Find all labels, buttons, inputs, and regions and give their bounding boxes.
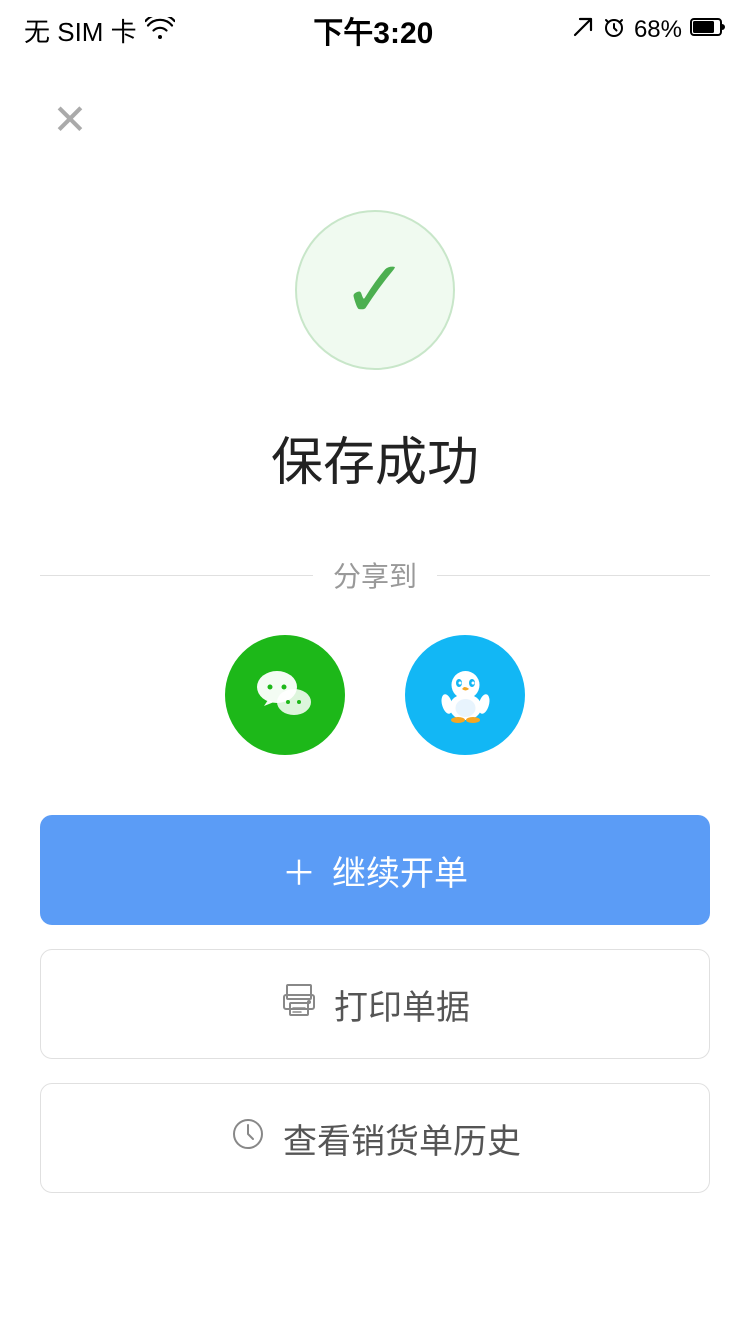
print-label: 打印单据 (334, 980, 470, 1029)
qq-share-button[interactable] (405, 635, 525, 755)
share-icons (225, 635, 525, 755)
history-icon (229, 1115, 267, 1162)
sim-status: 无 SIM 卡 (24, 12, 137, 49)
wechat-icon (250, 660, 320, 730)
history-label: 查看销货单历史 (283, 1114, 521, 1163)
continue-button[interactable]: ＋ 继续开单 (40, 815, 710, 925)
wechat-share-button[interactable] (225, 635, 345, 755)
main-content: ✕ ✓ 保存成功 分享到 (0, 60, 750, 1334)
share-divider-row: 分享到 (40, 555, 710, 595)
status-right: 68% (572, 15, 726, 46)
divider-right (437, 575, 710, 576)
divider-left (40, 575, 313, 576)
share-section: 分享到 (40, 555, 710, 755)
qq-icon (433, 663, 498, 728)
success-circle: ✓ (295, 210, 455, 370)
history-button[interactable]: 查看销货单历史 (40, 1083, 710, 1193)
print-icon (280, 981, 318, 1028)
close-button[interactable]: ✕ (40, 90, 100, 150)
plus-icon: ＋ (282, 846, 316, 895)
status-time: 下午3:20 (313, 8, 433, 52)
alarm-icon (602, 15, 626, 46)
success-title: 保存成功 (271, 420, 479, 495)
checkmark-icon: ✓ (341, 250, 408, 330)
location-icon (572, 16, 594, 45)
print-button[interactable]: 打印单据 (40, 949, 710, 1059)
continue-label: 继续开单 (332, 846, 468, 895)
status-left: 无 SIM 卡 (24, 12, 175, 49)
status-bar: 无 SIM 卡 下午3:20 68% (0, 0, 750, 60)
share-label: 分享到 (333, 555, 417, 595)
action-buttons: ＋ 继续开单 打印单据 (40, 815, 710, 1193)
battery-percentage: 68% (634, 16, 682, 44)
wifi-icon (145, 15, 175, 46)
battery-icon (690, 16, 726, 44)
close-icon: ✕ (52, 99, 87, 141)
